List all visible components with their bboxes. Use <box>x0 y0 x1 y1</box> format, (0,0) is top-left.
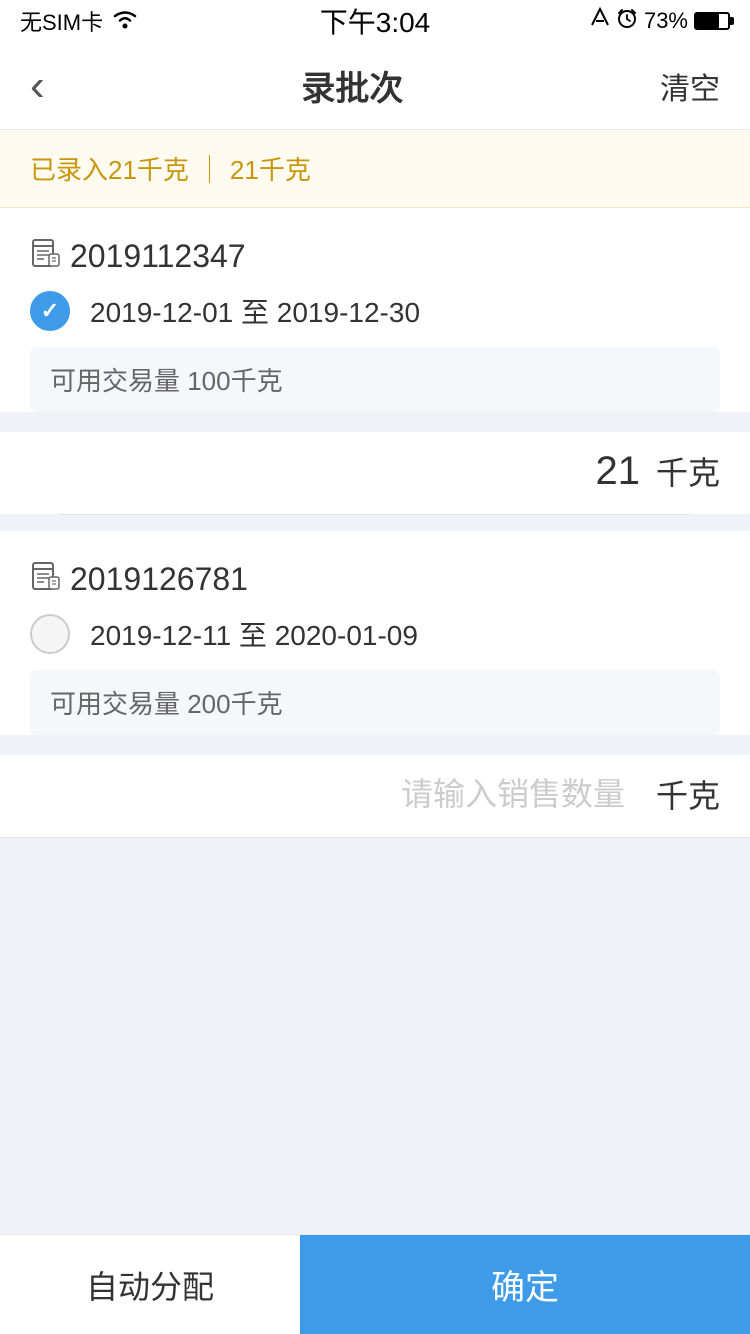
batch-doc-icon-2 <box>30 561 60 598</box>
batch-date-row-2[interactable]: 2019-12-11 至 2020-01-09 <box>30 614 720 654</box>
section-separator-1 <box>0 515 750 531</box>
batch-doc-icon-1 <box>30 238 60 275</box>
empty-content-area <box>0 838 750 1218</box>
batch-date-1: 2019-12-01 至 2019-12-30 <box>90 291 420 331</box>
nav-bar: ‹ 录批次 清空 <box>0 42 750 130</box>
batch-id-1: 2019112347 <box>70 238 246 275</box>
batch-card-2: 2019126781 2019-12-11 至 2020-01-09 可用交易量… <box>0 531 750 735</box>
auto-distribute-button[interactable]: 自动分配 <box>0 1235 300 1334</box>
status-time: 下午3:04 <box>320 1 431 41</box>
status-bar: 无SIM卡 下午3:04 73% <box>0 0 750 42</box>
available-qty-box-2: 可用交易量 200千克 <box>30 670 720 735</box>
clear-button[interactable]: 清空 <box>660 64 720 108</box>
batch-card-1: 2019112347 ✓ 2019-12-01 至 2019-12-30 可用交… <box>0 208 750 412</box>
batch-header-2: 2019126781 <box>30 561 720 598</box>
quantity-row-1: 21 千克 <box>0 432 750 514</box>
batch-radio-2[interactable] <box>30 614 70 654</box>
quantity-unit-2: 千克 <box>656 771 720 817</box>
summary-value: 21千克 <box>230 150 311 187</box>
bottom-bar: 自动分配 确定 <box>0 1234 750 1334</box>
battery-percent: 73% <box>644 8 688 34</box>
summary-banner: 已录入21千克 21千克 <box>0 130 750 208</box>
wifi-icon <box>111 7 139 35</box>
status-left: 无SIM卡 <box>20 5 139 37</box>
confirm-button[interactable]: 确定 <box>300 1235 750 1334</box>
summary-divider <box>209 155 210 183</box>
status-right: 73% <box>590 7 730 35</box>
batch-id-2: 2019126781 <box>70 561 248 598</box>
batch-header-1: 2019112347 <box>30 238 720 275</box>
quantity-value-1: 21 <box>595 449 640 494</box>
batch-date-row-1[interactable]: ✓ 2019-12-01 至 2019-12-30 <box>30 291 720 331</box>
battery-icon <box>694 12 730 30</box>
available-qty-box-1: 可用交易量 100千克 <box>30 347 720 412</box>
batch-date-2: 2019-12-11 至 2020-01-09 <box>90 614 418 654</box>
back-button[interactable]: ‹ <box>30 61 45 111</box>
batch-radio-1[interactable]: ✓ <box>30 291 70 331</box>
quantity-input-row-2[interactable]: 千克 <box>0 755 750 838</box>
available-qty-text-2: 可用交易量 200千克 <box>50 689 283 719</box>
location-icon <box>590 7 610 35</box>
quantity-unit-1: 千克 <box>656 448 720 494</box>
alarm-icon <box>616 7 638 35</box>
page-title: 录批次 <box>301 61 403 110</box>
carrier-label: 无SIM卡 <box>20 5 103 37</box>
quantity-input-2[interactable] <box>30 776 640 813</box>
summary-label: 已录入21千克 <box>30 150 189 187</box>
available-qty-text-1: 可用交易量 100千克 <box>50 366 283 396</box>
checkmark-icon-1: ✓ <box>41 298 59 324</box>
